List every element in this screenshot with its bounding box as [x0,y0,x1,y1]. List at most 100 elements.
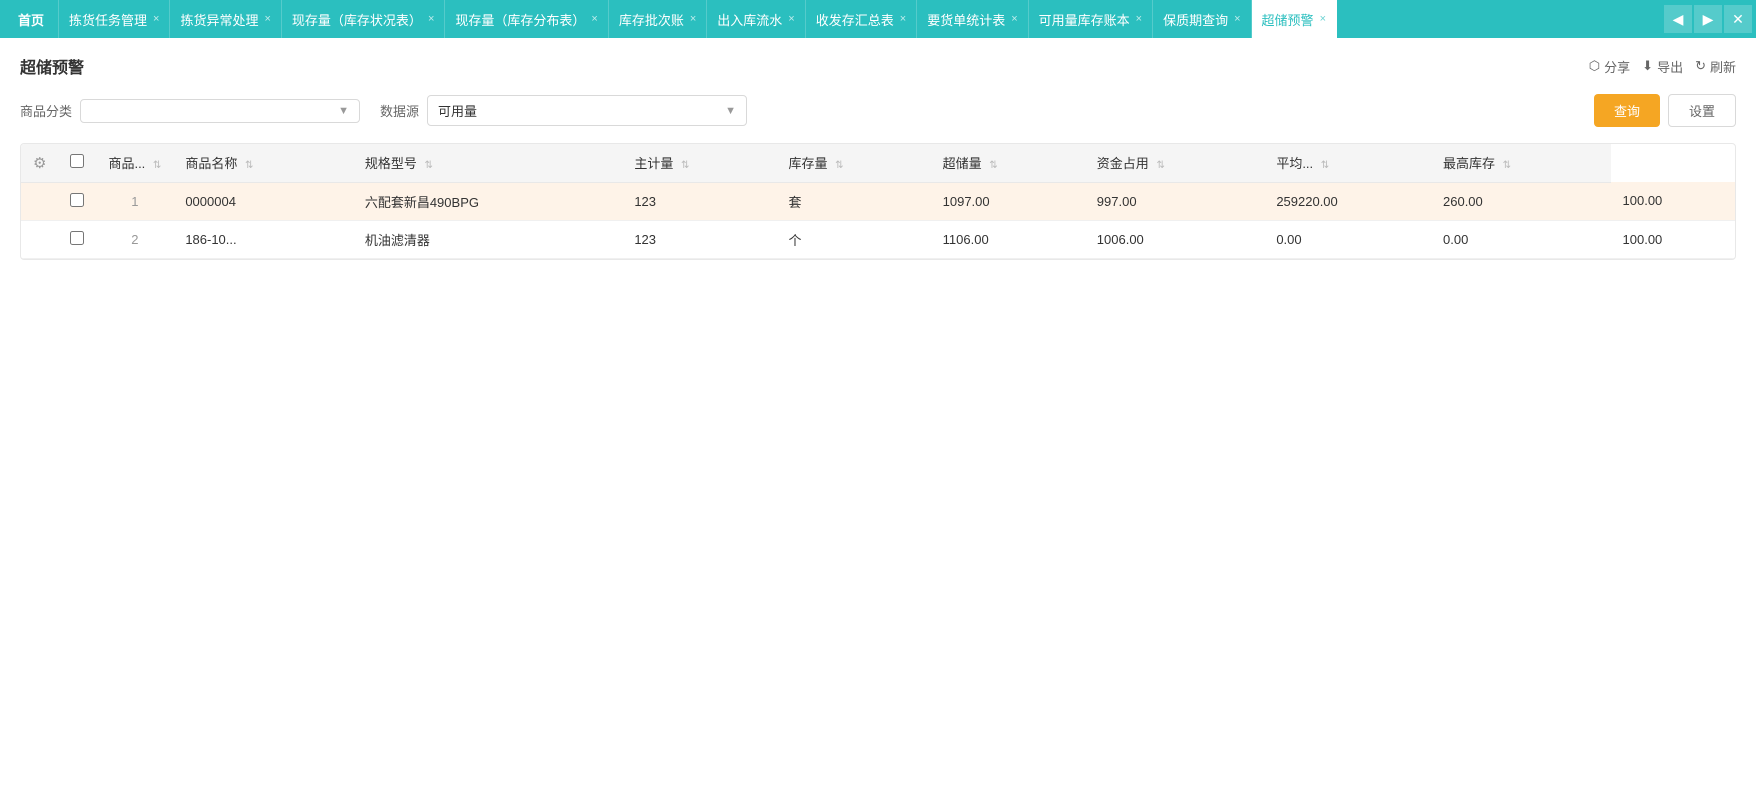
sort-icon: ⇅ [1156,160,1164,171]
gear-icon[interactable]: ⚙ [33,155,46,172]
close-icon[interactable]: × [1136,13,1142,25]
sort-icon: ⇅ [681,160,689,171]
col-stock[interactable]: 库存量 ⇅ [776,144,930,182]
datasource-select[interactable]: 可用量 ▼ [427,95,747,126]
row-code: 0000004 [173,182,353,220]
row-avg: 260.00 [1431,182,1611,220]
tab-home[interactable]: 首页 [4,0,59,38]
refresh-icon: ↻ [1695,58,1706,74]
close-icon[interactable]: × [591,13,597,25]
filter-actions: 查询 设置 [1594,94,1736,127]
col-code[interactable]: 商品... ⇅ [96,144,173,182]
row-checkbox-cell[interactable] [58,182,96,220]
filter-area: 商品分类 ▼ 数据源 可用量 ▼ 查询 设置 [20,94,1736,127]
tab-inventory-status[interactable]: 现存量（库存状况表） × [282,0,445,38]
row-settings-cell [21,182,58,220]
row-capital: 259220.00 [1264,182,1431,220]
row-stock: 1106.00 [931,220,1085,258]
col-unit[interactable]: 主计量 ⇅ [622,144,776,182]
row-checkbox[interactable] [70,193,84,207]
close-icon[interactable]: × [1320,13,1326,25]
datasource-value: 可用量 [438,101,477,120]
datasource-filter: 数据源 可用量 ▼ [380,95,747,126]
category-select[interactable]: ▼ [80,99,360,123]
nav-close-button[interactable]: ✕ [1724,5,1752,33]
tab-pick-task[interactable]: 拣货任务管理 × [59,0,170,38]
col-spec[interactable]: 规格型号 ⇅ [353,144,623,182]
share-button[interactable]: ⬡ 分享 [1589,57,1630,76]
row-max-stock: 100.00 [1611,182,1735,220]
close-icon[interactable]: × [428,13,434,25]
select-all-checkbox[interactable] [70,154,84,168]
data-table: ⚙ 商品... ⇅ 商品名称 ⇅ 规格型号 ⇅ [21,144,1735,259]
sort-icon: ⇅ [835,160,843,171]
sort-icon: ⇅ [989,160,997,171]
col-name[interactable]: 商品名称 ⇅ [173,144,353,182]
close-icon[interactable]: × [1011,13,1017,25]
row-stock: 1097.00 [931,182,1085,220]
tab-demand-stats[interactable]: 要货单统计表 × [917,0,1028,38]
close-icon[interactable]: × [690,13,696,25]
sort-icon: ⇅ [424,160,432,171]
row-capital: 0.00 [1264,220,1431,258]
close-icon[interactable]: × [264,13,270,25]
col-settings: ⚙ [21,144,58,182]
chevron-down-icon: ▼ [338,105,349,117]
page-container: 超储预警 ⬡ 分享 ⬇ 导出 ↻ 刷新 商品分类 ▼ 数据源 [0,38,1756,276]
table-container: ⚙ 商品... ⇅ 商品名称 ⇅ 规格型号 ⇅ [20,143,1736,260]
close-icon[interactable]: × [900,13,906,25]
tab-usable-account[interactable]: 可用量库存账本 × [1029,0,1153,38]
export-icon: ⬇ [1642,58,1653,74]
col-overstock[interactable]: 超储量 ⇅ [931,144,1085,182]
sort-icon: ⇅ [245,160,253,171]
nav-next-button[interactable]: ▶ [1694,5,1722,33]
row-index: 1 [96,182,173,220]
tab-shelf-life[interactable]: 保质期查询 × [1153,0,1251,38]
close-icon[interactable]: × [1234,13,1240,25]
category-label: 商品分类 [20,101,72,120]
row-avg: 0.00 [1431,220,1611,258]
table-row: 2 186-10... 机油滤清器 123 个 1106.00 1006.00 … [21,220,1735,258]
row-settings-cell [21,220,58,258]
topbar: 首页 拣货任务管理 × 拣货异常处理 × 现存量（库存状况表） × 现存量（库存… [0,0,1756,38]
col-checkbox [58,144,96,182]
table-header-row: ⚙ 商品... ⇅ 商品名称 ⇅ 规格型号 ⇅ [21,144,1735,182]
col-capital[interactable]: 资金占用 ⇅ [1085,144,1265,182]
row-checkbox[interactable] [70,231,84,245]
tab-batch-account[interactable]: 库存批次账 × [609,0,707,38]
close-icon[interactable]: × [153,13,159,25]
tab-overstock[interactable]: 超储预警 × [1252,0,1337,38]
settings-button[interactable]: 设置 [1668,94,1736,127]
row-code: 186-10... [173,220,353,258]
row-name: 机油滤清器 [353,220,623,258]
refresh-button[interactable]: ↻ 刷新 [1695,57,1736,76]
share-icon: ⬡ [1589,58,1600,74]
category-filter: 商品分类 ▼ [20,99,360,123]
datasource-label: 数据源 [380,101,419,120]
row-name: 六配套新昌490BPG [353,182,623,220]
tab-summary[interactable]: 收发存汇总表 × [806,0,917,38]
page-title: 超储预警 [20,54,84,78]
row-index: 2 [96,220,173,258]
row-max-stock: 100.00 [1611,220,1735,258]
col-max-stock[interactable]: 最高库存 ⇅ [1431,144,1611,182]
sort-icon: ⇅ [1321,160,1329,171]
sort-icon: ⇅ [1503,160,1511,171]
row-spec: 123 [622,182,776,220]
query-button[interactable]: 查询 [1594,94,1660,127]
tab-pick-exception[interactable]: 拣货异常处理 × [170,0,281,38]
sort-icon: ⇅ [153,160,161,171]
close-icon[interactable]: × [788,13,794,25]
table-body: 1 0000004 六配套新昌490BPG 123 套 1097.00 997.… [21,182,1735,258]
row-checkbox-cell[interactable] [58,220,96,258]
chevron-down-icon: ▼ [725,105,736,117]
topbar-nav-controls: ◀ ▶ ✕ [1662,5,1752,33]
row-overstock: 1006.00 [1085,220,1265,258]
row-unit: 套 [776,182,930,220]
tab-inventory-dist[interactable]: 现存量（库存分布表） × [445,0,608,38]
export-button[interactable]: ⬇ 导出 [1642,57,1683,76]
tab-inout-flow[interactable]: 出入库流水 × [707,0,805,38]
col-avg[interactable]: 平均... ⇅ [1264,144,1431,182]
nav-prev-button[interactable]: ◀ [1664,5,1692,33]
row-spec: 123 [622,220,776,258]
